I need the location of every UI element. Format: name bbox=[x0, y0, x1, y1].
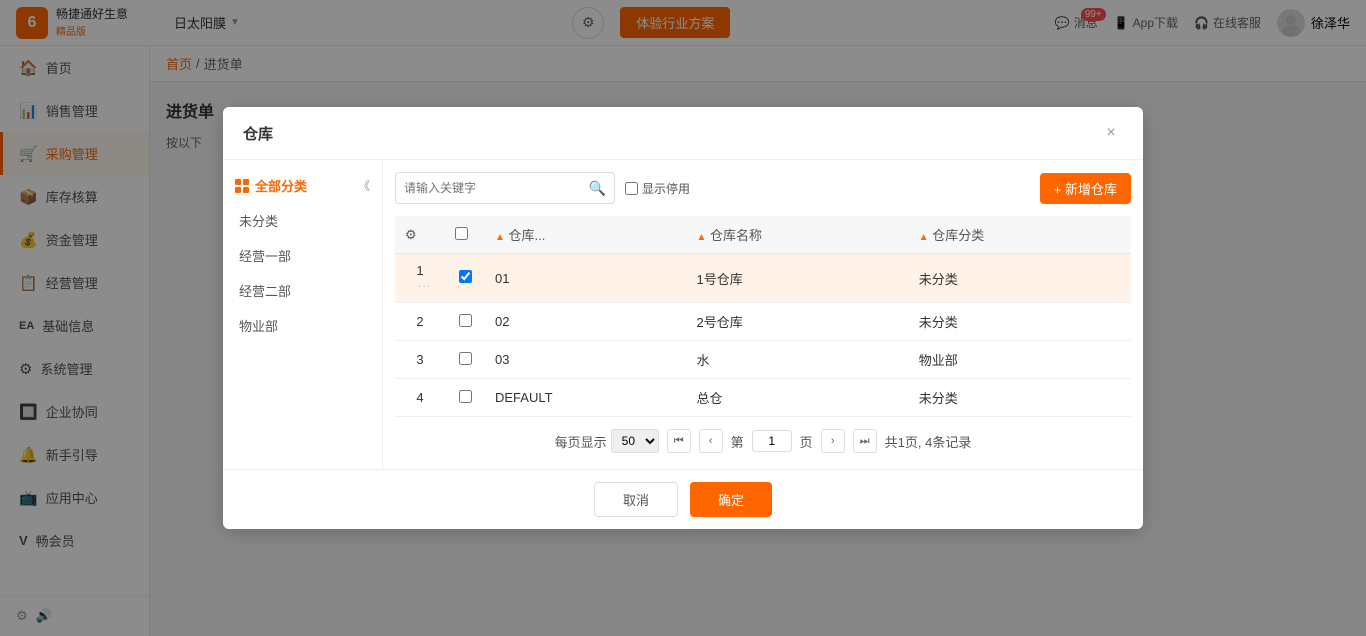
next-page-button[interactable]: › bbox=[821, 429, 845, 453]
per-page-select[interactable]: 50 bbox=[611, 429, 659, 453]
page-label: 页 bbox=[800, 432, 813, 451]
page-word: 第 bbox=[731, 432, 744, 451]
table-row[interactable]: 1 ··· 01 1号仓库 未分类 bbox=[395, 254, 1131, 303]
cell-name: 水 bbox=[687, 341, 909, 379]
cell-category: 未分类 bbox=[909, 303, 1131, 341]
cell-name: 2号仓库 bbox=[687, 303, 909, 341]
warehouse-modal: 仓库 × 全部分类 《 bbox=[223, 107, 1143, 529]
row-checkbox[interactable] bbox=[459, 314, 472, 327]
show-disabled-option: 显示停用 bbox=[625, 180, 690, 197]
table-container: ⚙ ▲ 仓库... ▲ bbox=[395, 216, 1131, 417]
row-checkbox[interactable] bbox=[459, 390, 472, 403]
add-warehouse-button[interactable]: + 新增仓库 bbox=[1040, 173, 1131, 204]
cell-num: 1 ··· bbox=[395, 254, 445, 303]
cell-check bbox=[445, 341, 485, 379]
th-gear: ⚙ bbox=[395, 216, 445, 254]
cell-code: 02 bbox=[485, 303, 687, 341]
cell-num: 4 bbox=[395, 379, 445, 417]
cell-code: 01 bbox=[485, 254, 687, 303]
category-item-ops2[interactable]: 经营二部 bbox=[223, 273, 382, 308]
modal-close-button[interactable]: × bbox=[1099, 121, 1123, 145]
cell-check bbox=[445, 254, 485, 303]
th-check bbox=[445, 216, 485, 254]
modal-overlay: 仓库 × 全部分类 《 bbox=[0, 0, 1366, 636]
last-page-button[interactable]: ⏭ bbox=[853, 429, 877, 453]
pagination: 每页显示 50 ⏮ ‹ 第 页 › ⏭ 共1页, 4条记录 bbox=[395, 417, 1131, 457]
cell-name: 总仓 bbox=[687, 379, 909, 417]
th-code: ▲ 仓库... bbox=[485, 216, 687, 254]
table-panel: 🔍 显示停用 + 新增仓库 ⚙ bbox=[383, 160, 1143, 469]
warehouse-table: ⚙ ▲ 仓库... ▲ bbox=[395, 216, 1131, 417]
sort-icon-category: ▲ bbox=[919, 232, 929, 243]
page-number-input[interactable] bbox=[752, 430, 792, 452]
modal-header: 仓库 × bbox=[223, 107, 1143, 160]
search-input[interactable] bbox=[404, 181, 589, 195]
th-name: ▲ 仓库名称 bbox=[687, 216, 909, 254]
cell-name: 1号仓库 bbox=[687, 254, 909, 303]
modal-body: 全部分类 《 未分类 经营一部 经营二部 物业部 🔍 bbox=[223, 160, 1143, 469]
cell-code: 03 bbox=[485, 341, 687, 379]
table-row[interactable]: 2 02 2号仓库 未分类 bbox=[395, 303, 1131, 341]
search-icon[interactable]: 🔍 bbox=[589, 180, 606, 197]
cell-category: 物业部 bbox=[909, 341, 1131, 379]
row-more-icon[interactable]: ··· bbox=[418, 278, 431, 293]
total-info: 共1页, 4条记录 bbox=[885, 432, 972, 451]
cell-code: DEFAULT bbox=[485, 379, 687, 417]
select-all-checkbox[interactable] bbox=[455, 227, 468, 240]
cancel-button[interactable]: 取消 bbox=[594, 482, 678, 517]
category-all-label: 全部分类 bbox=[235, 176, 307, 195]
table-header-row: ⚙ ▲ 仓库... ▲ bbox=[395, 216, 1131, 254]
search-box: 🔍 bbox=[395, 172, 615, 204]
show-disabled-checkbox[interactable] bbox=[625, 182, 638, 195]
table-toolbar: 🔍 显示停用 + 新增仓库 bbox=[395, 172, 1131, 204]
category-item-ops1[interactable]: 经营一部 bbox=[223, 238, 382, 273]
table-body: 1 ··· 01 1号仓库 未分类 2 02 2号仓库 未分类 3 bbox=[395, 254, 1131, 417]
category-item-property[interactable]: 物业部 bbox=[223, 308, 382, 343]
row-checkbox[interactable] bbox=[459, 270, 472, 283]
cell-num: 2 bbox=[395, 303, 445, 341]
modal-footer: 取消 确定 bbox=[223, 469, 1143, 529]
per-page-label: 每页显示 bbox=[555, 432, 607, 451]
modal-title: 仓库 bbox=[243, 123, 273, 144]
category-item-unclassified[interactable]: 未分类 bbox=[223, 203, 382, 238]
page-size-selector: 每页显示 50 bbox=[555, 429, 659, 453]
gear-icon: ⚙ bbox=[405, 227, 417, 242]
table-row[interactable]: 3 03 水 物业部 bbox=[395, 341, 1131, 379]
show-disabled-label: 显示停用 bbox=[642, 180, 690, 197]
cell-num: 3 bbox=[395, 341, 445, 379]
category-panel: 全部分类 《 未分类 经营一部 经营二部 物业部 bbox=[223, 160, 383, 469]
sort-icon-name: ▲ bbox=[697, 232, 707, 243]
collapse-arrow-icon[interactable]: 《 bbox=[358, 177, 370, 194]
category-all-header[interactable]: 全部分类 《 bbox=[223, 168, 382, 203]
row-checkbox[interactable] bbox=[459, 352, 472, 365]
grid-icon bbox=[235, 179, 249, 193]
table-row[interactable]: 4 DEFAULT 总仓 未分类 bbox=[395, 379, 1131, 417]
first-page-button[interactable]: ⏮ bbox=[667, 429, 691, 453]
sort-icon-code: ▲ bbox=[495, 232, 505, 243]
confirm-button[interactable]: 确定 bbox=[690, 482, 772, 517]
cell-check bbox=[445, 379, 485, 417]
cell-check bbox=[445, 303, 485, 341]
cell-category: 未分类 bbox=[909, 254, 1131, 303]
prev-page-button[interactable]: ‹ bbox=[699, 429, 723, 453]
th-category: ▲ 仓库分类 bbox=[909, 216, 1131, 254]
cell-category: 未分类 bbox=[909, 379, 1131, 417]
